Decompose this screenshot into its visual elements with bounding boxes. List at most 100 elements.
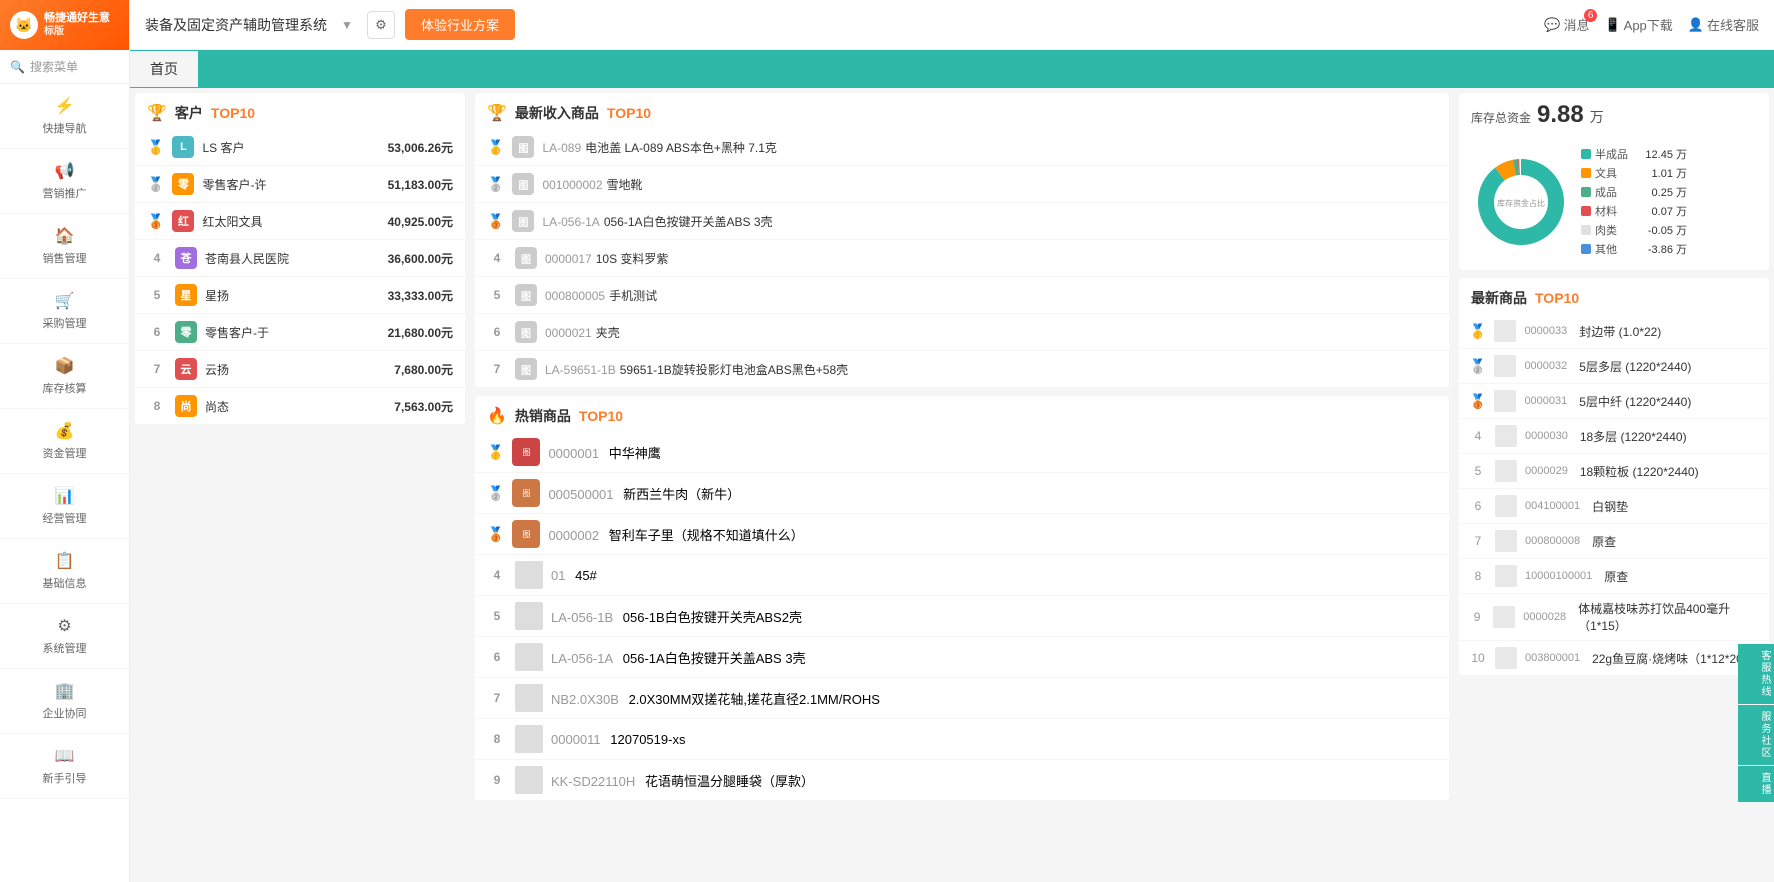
logo-icon: 🐱 — [10, 11, 38, 39]
rank-item-1: 🥇 L LS 客户 53,006.26元 — [135, 129, 465, 166]
sidebar-item-inventory[interactable]: 📦 库存核算 — [0, 344, 129, 409]
basic-icon: 📋 — [55, 551, 75, 571]
medal-2: 🥈 — [147, 176, 164, 193]
rank-item-2: 🥈 零 零售客户-许 51,183.00元 — [135, 166, 465, 203]
service-community-button[interactable]: 服务社区 — [1738, 705, 1774, 765]
hot-title: 热销商品 — [515, 406, 571, 426]
customer-value-5: 33,333.00元 — [388, 287, 453, 304]
message-badge: 6 — [1584, 9, 1598, 22]
sidebar-item-marketing[interactable]: 📢 营销推广 — [0, 149, 129, 214]
message-icon: 💬 — [1544, 17, 1560, 33]
donut-chart: 库存资金占比 — [1471, 152, 1571, 252]
content: 🏆 客户 TOP10 🥇 L LS 客户 53,006.26元 🥈 零 零售客户… — [130, 88, 1774, 882]
customer-value-7: 7,680.00元 — [394, 361, 453, 378]
customer-name-1: LS 客户 — [202, 139, 379, 156]
customer-value-8: 7,563.00元 — [394, 398, 453, 415]
mid-panel: 🏆 最新收入商品 TOP10 🥇 图 LA-089电池盖 LA-089 ABS本… — [470, 88, 1454, 882]
rank-item-8: 8 尚 尚态 7,563.00元 — [135, 388, 465, 425]
hot-img-4 — [515, 561, 543, 589]
hot-item-8: 8 0000011 12070519-xs — [475, 719, 1449, 760]
sidebar-item-finance[interactable]: 💰 资金管理 — [0, 409, 129, 474]
online-service-button[interactable]: 👤 在线客服 — [1688, 15, 1759, 34]
hot-img-8 — [515, 725, 543, 753]
sidebar-item-purchase[interactable]: 🛒 采购管理 — [0, 279, 129, 344]
incoming-item-3: 🥉 图 LA-056-1A056-1A白色按键开关盖ABS 3壳 — [475, 203, 1449, 240]
customer-badge-1: L — [172, 136, 194, 158]
sidebar-item-ops[interactable]: 📊 经营管理 — [0, 474, 129, 539]
hot-item-4: 4 01 45# — [475, 555, 1449, 596]
rank-item-3: 🥉 红 红太阳文具 40,925.00元 — [135, 203, 465, 240]
customer-name-2: 零售客户-许 — [202, 176, 379, 193]
top-customers-card: 🏆 客户 TOP10 🥇 L LS 客户 53,006.26元 🥈 零 零售客户… — [135, 93, 465, 425]
inventory-legend: 半成品 12.45 万 文具 1.01 万 成品 0.25 万 — [1581, 143, 1687, 260]
new-item-3: 🥉 0000031 5层中纤 (1220*2440) — [1459, 384, 1769, 419]
sidebar-item-sales[interactable]: 🏠 销售管理 — [0, 214, 129, 279]
sidebar-item-system[interactable]: ⚙ 系统管理 — [0, 604, 129, 669]
hot-img-1: 图 — [512, 438, 540, 466]
hot-img-9 — [515, 766, 543, 794]
hot-item-3: 🥉 图 0000002 智利车子里（规格不知道填什么） — [475, 514, 1449, 555]
donut-svg: 库存资金占比 — [1471, 152, 1571, 252]
search-icon: 🔍 — [10, 60, 25, 74]
search-menu[interactable]: 🔍 搜索菜单 — [0, 50, 129, 84]
hot-item-9: 9 KK-SD22110H 花语萌恒温分腿睡袋（厚款） — [475, 760, 1449, 801]
new-item-7: 7 000800008 原查 — [1459, 524, 1769, 559]
customer-value-1: 53,006.26元 — [388, 139, 453, 156]
hot-item-2: 🥈 图 000500001 新西兰牛肉（新牛） — [475, 473, 1449, 514]
rank-item-5: 5 星 星扬 33,333.00元 — [135, 277, 465, 314]
hot-item-5: 5 LA-056-1B 056-1B白色按键开关壳ABS2壳 — [475, 596, 1449, 637]
customer-name-7: 云扬 — [205, 361, 386, 378]
customer-badge-7: 云 — [175, 358, 197, 380]
inventory-card: 库存总资金 9.88 万 — [1459, 93, 1769, 270]
sidebar-item-basic[interactable]: 📋 基础信息 — [0, 539, 129, 604]
new-item-9: 9 0000028 体械嘉枝味苏打饮品400毫升（1*15） — [1459, 594, 1769, 641]
float-service: 客服热线 服务社区 直播 — [1738, 644, 1774, 802]
hot-top10: TOP10 — [579, 408, 623, 424]
customer-badge-2: 零 — [172, 173, 194, 195]
dropdown-arrow[interactable]: ▼ — [337, 15, 357, 35]
main-area: 装备及固定资产辅助管理系统 ▼ ⚙ 体验行业方案 💬 消息 6 📱 App下载 … — [130, 0, 1774, 882]
settings-button[interactable]: ⚙ — [367, 11, 395, 39]
hot-header: 🔥 热销商品 TOP10 — [475, 396, 1449, 432]
customer-service-button[interactable]: 客服热线 — [1738, 644, 1774, 704]
new-item-2: 🥈 0000032 5层多层 (1220*2440) — [1459, 349, 1769, 384]
tab-home[interactable]: 首页 — [130, 51, 198, 87]
app-download-button[interactable]: 📱 App下载 — [1604, 15, 1672, 34]
sidebar: 🐱 畅捷通好生意 标版 🔍 搜索菜单 ⚡ 快捷导航 📢 营销推广 🏠 销售管理 … — [0, 0, 130, 882]
customer-badge-8: 尚 — [175, 395, 197, 417]
hot-img-5 — [515, 602, 543, 630]
right-panel: 库存总资金 9.88 万 — [1454, 88, 1774, 882]
new-item-6: 6 004100001 白钢垫 — [1459, 489, 1769, 524]
purchase-icon: 🛒 — [55, 291, 75, 311]
customer-badge-4: 苍 — [175, 247, 197, 269]
app-logo: 🐱 畅捷通好生意 标版 — [0, 0, 129, 50]
sidebar-item-collab[interactable]: 🏢 企业协同 — [0, 669, 129, 734]
svg-text:库存资金占比: 库存资金占比 — [1497, 198, 1545, 208]
customer-value-2: 51,183.00元 — [388, 176, 453, 193]
customer-name-3: 红太阳文具 — [202, 213, 379, 230]
message-button[interactable]: 💬 消息 6 — [1544, 15, 1589, 34]
legend-item-3: 材料 0.07 万 — [1581, 203, 1687, 219]
hot-item-7: 7 NB2.0X30B 2.0X30MM双搓花轴,搓花直径2.1MM/ROHS — [475, 678, 1449, 719]
legend-item-4: 肉类 -0.05 万 — [1581, 222, 1687, 238]
sales-icon: 🏠 — [55, 226, 75, 246]
new-item-1: 🥇 0000033 封边带 (1.0*22) — [1459, 314, 1769, 349]
customer-value-6: 21,680.00元 — [388, 324, 453, 341]
sidebar-item-guide[interactable]: 📖 新手引导 — [0, 734, 129, 799]
system-icon: ⚙ — [57, 616, 71, 636]
legend-item-0: 半成品 12.45 万 — [1581, 146, 1687, 162]
incoming-item-7: 7 图 LA-59651-1B59651-1B旋转投影灯电池盒ABS黑色+58壳 — [475, 351, 1449, 388]
hot-img-6 — [515, 643, 543, 671]
customer-name-4: 苍南县人民医院 — [205, 250, 380, 267]
sidebar-item-quick[interactable]: ⚡ 快捷导航 — [0, 84, 129, 149]
rank-item-6: 6 零 零售客户-于 21,680.00元 — [135, 314, 465, 351]
hot-products-card: 🔥 热销商品 TOP10 🥇 图 0000001 中华神鹰 🥈 图 — [475, 396, 1449, 801]
incoming-title: 最新收入商品 — [515, 103, 599, 123]
customer-value-3: 40,925.00元 — [388, 213, 453, 230]
service-icon: 👤 — [1688, 17, 1704, 33]
trial-button[interactable]: 体验行业方案 — [405, 9, 515, 40]
live-stream-button[interactable]: 直播 — [1738, 766, 1774, 802]
hot-img-2: 图 — [512, 479, 540, 507]
medal-3: 🥉 — [147, 213, 164, 230]
new-products-card: 最新商品 TOP10 🥇 0000033 封边带 (1.0*22) 🥈 0000… — [1459, 278, 1769, 676]
